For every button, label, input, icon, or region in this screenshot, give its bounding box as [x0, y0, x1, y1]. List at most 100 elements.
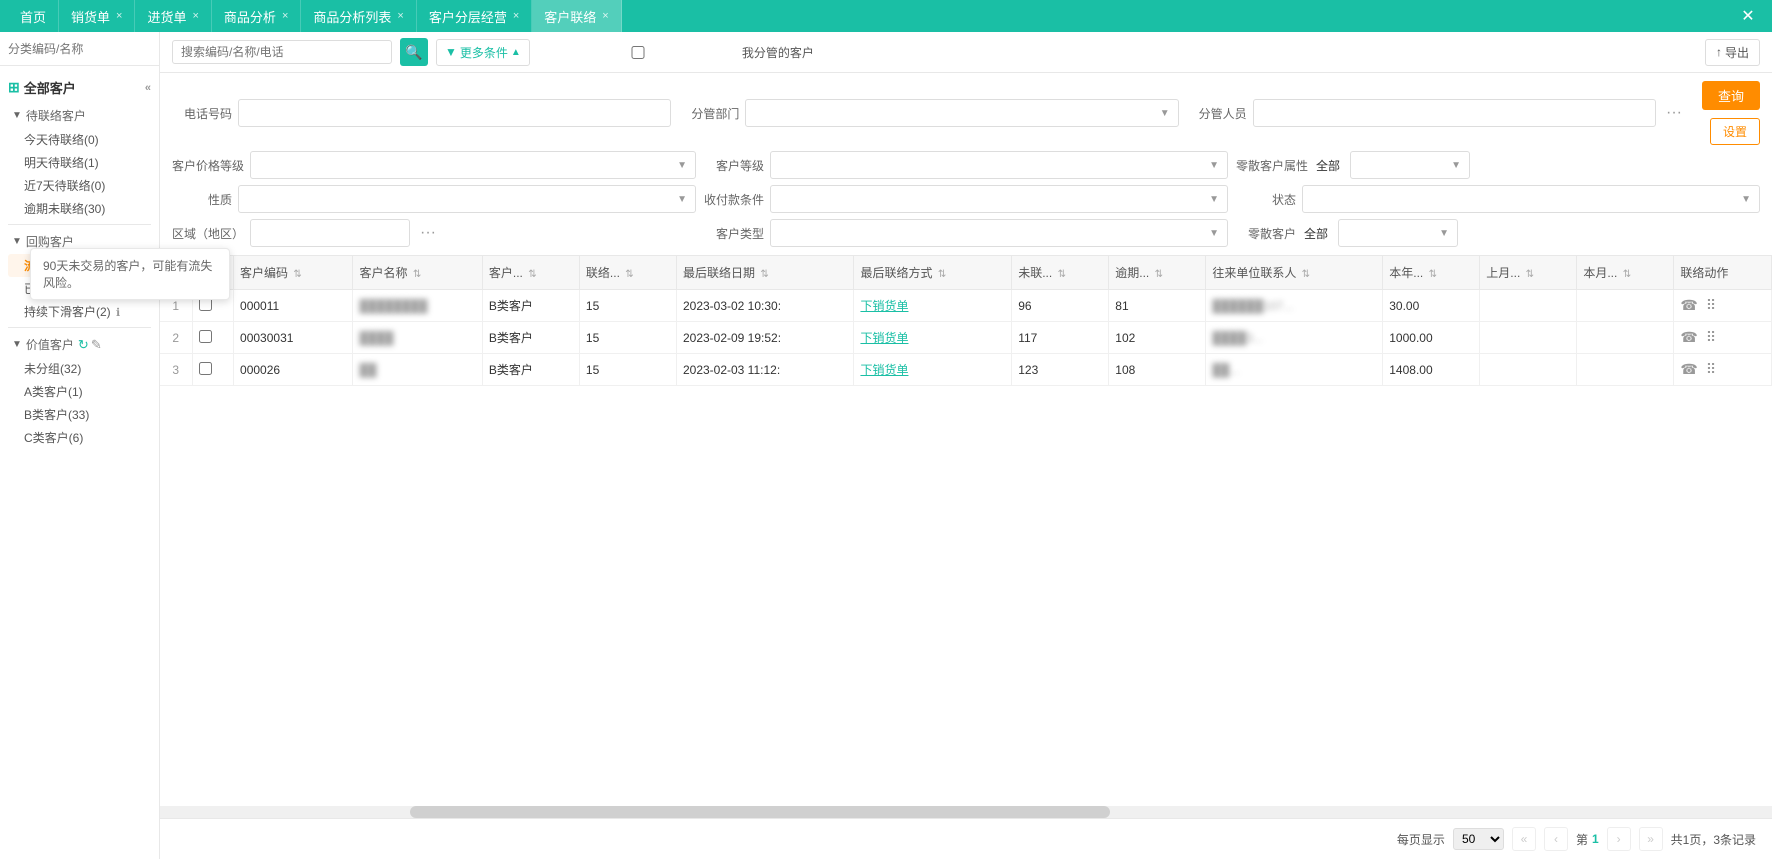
payment-label: 收付款条件 [704, 191, 764, 208]
row-last-contact-date: 2023-02-09 19:52: [676, 322, 853, 354]
tab-purchase[interactable]: 进货单 × [135, 0, 211, 32]
total-info: 共1页，3条记录 [1671, 831, 1756, 848]
row-this-year: 1000.00 [1383, 322, 1480, 354]
dept-select[interactable]: ▼ [745, 99, 1178, 127]
tab-customer-contact[interactable]: 客户联络 × [532, 0, 621, 32]
tab-goods-analysis-list[interactable]: 商品分析列表 × [301, 0, 416, 32]
row-last-month [1480, 354, 1577, 386]
sort-this-month-icon: ⇅ [1623, 269, 1631, 280]
region-input[interactable] [250, 219, 410, 247]
all-customers-title[interactable]: ⊞ 全部客户 « [8, 72, 151, 103]
contact-method-link[interactable]: 下销货单 [860, 331, 908, 345]
search-input[interactable] [172, 40, 392, 64]
close-purchase-icon[interactable]: × [192, 10, 198, 22]
tab-goods-analysis[interactable]: 商品分析 × [212, 0, 301, 32]
close-customer-segment-icon[interactable]: × [513, 10, 519, 22]
refresh-icon[interactable]: ↻ [78, 337, 89, 353]
payment-select[interactable]: ▼ [770, 185, 1228, 213]
query-button[interactable]: 查询 [1702, 81, 1760, 110]
sidebar-search-input[interactable] [8, 42, 160, 56]
prev-page-button[interactable]: ‹ [1544, 827, 1568, 851]
close-goods-analysis-list-icon[interactable]: × [397, 10, 403, 22]
close-goods-analysis-icon[interactable]: × [282, 10, 288, 22]
row-checkbox[interactable] [199, 330, 212, 343]
contact-method-link[interactable]: 下销货单 [860, 299, 908, 313]
customer-attr-label: 零散客户属性 [1236, 157, 1308, 174]
action-more-icon[interactable]: ⠿ [1706, 297, 1716, 314]
close-sales-icon[interactable]: × [116, 10, 122, 22]
first-page-button[interactable]: « [1512, 827, 1536, 851]
last-page-button[interactable]: » [1639, 827, 1663, 851]
sidebar-item-ungrouped[interactable]: 未分组(32) [8, 357, 151, 380]
sidebar-item-class-a[interactable]: A类客户(1) [8, 380, 151, 403]
action-more-icon[interactable]: ⠿ [1706, 361, 1716, 378]
action-phone-icon[interactable]: ☎ [1680, 297, 1697, 314]
price-grade-select[interactable]: ▼ [250, 151, 696, 179]
th-last-contact-date[interactable]: 最后联络日期 ⇅ [676, 256, 853, 290]
manager-label: 分管人员 [1187, 105, 1247, 122]
close-customer-contact-icon[interactable]: × [602, 10, 608, 22]
th-contact[interactable]: 联络... ⇅ [579, 256, 676, 290]
action-more-icon[interactable]: ⠿ [1706, 329, 1716, 346]
th-overdue[interactable]: 逾期... ⇅ [1109, 256, 1206, 290]
export-button[interactable]: ↑ 导出 [1705, 39, 1760, 66]
sidebar-item-today[interactable]: 今天待联络(0) [8, 128, 151, 151]
next-page-button[interactable]: › [1607, 827, 1631, 851]
tab-customer-segment[interactable]: 客户分层经营 × [417, 0, 532, 32]
filter-field-customer-grade: 客户等级 ▼ [704, 151, 1228, 179]
status-select[interactable]: ▼ [1302, 185, 1760, 213]
filter-field-payment: 收付款条件 ▼ [704, 185, 1228, 213]
sidebar-section: ⊞ 全部客户 « ▼ 待联络客户 今天待联络(0) 明天待联络(1) 近7天待联… [0, 66, 159, 455]
window-close-button[interactable]: ✕ [1732, 0, 1764, 32]
tab-sales-label: 销货单 [71, 7, 110, 26]
search-button[interactable]: 🔍 [400, 38, 428, 66]
sidebar-collapse-icon[interactable]: « [145, 82, 151, 94]
row-checkbox[interactable] [199, 362, 212, 375]
nature-select[interactable]: ▼ [238, 185, 696, 213]
more-conditions-button[interactable]: ▼ 更多条件 ▲ [436, 39, 530, 66]
sidebar-item-week[interactable]: 近7天待联络(0) [8, 174, 151, 197]
sidebar-group-value[interactable]: ▼ 价值客户 ↻ ✎ [8, 332, 151, 357]
action-phone-icon[interactable]: ☎ [1680, 361, 1697, 378]
per-page-select[interactable]: 50 100 200 [1453, 828, 1504, 850]
manager-dots[interactable]: ··· [1662, 104, 1686, 122]
scrollbar-thumb[interactable] [410, 806, 1110, 818]
sort-type-icon: ⇅ [528, 269, 536, 280]
tab-home[interactable]: 首页 [8, 0, 59, 32]
action-phone-icon[interactable]: ☎ [1680, 329, 1697, 346]
my-customers-check-label[interactable]: 我分管的客户 [538, 44, 814, 61]
th-uncontacted[interactable]: 未联... ⇅ [1012, 256, 1109, 290]
contact-method-link[interactable]: 下销货单 [860, 363, 908, 377]
sidebar-item-class-c[interactable]: C类客户(6) [8, 426, 151, 449]
th-last-contact-method[interactable]: 最后联络方式 ⇅ [854, 256, 1012, 290]
sidebar-item-declining[interactable]: 持续下滑客户(2) ℹ [8, 300, 151, 323]
customer-attr-select[interactable]: ▼ [1350, 151, 1470, 179]
th-code[interactable]: 客户编码 ⇅ [234, 256, 353, 290]
manager-select[interactable] [1253, 99, 1656, 127]
sidebar-item-tomorrow[interactable]: 明天待联络(1) [8, 151, 151, 174]
tab-goods-analysis-list-label: 商品分析列表 [313, 7, 391, 26]
customer-type-select[interactable]: ▼ [770, 219, 1228, 247]
filter-field-status: 状态 ▼ [1236, 185, 1760, 213]
th-this-year[interactable]: 本年... ⇅ [1383, 256, 1480, 290]
filter-field-customer-type: 客户类型 ▼ [704, 219, 1228, 247]
horizontal-scrollbar[interactable] [160, 806, 1772, 818]
my-customers-checkbox[interactable] [538, 46, 738, 59]
th-unit-contact[interactable]: 往来单位联系人 ⇅ [1206, 256, 1383, 290]
region-dots[interactable]: ··· [416, 224, 440, 242]
sort-code-icon: ⇅ [293, 269, 301, 280]
setting-button[interactable]: 设置 [1710, 118, 1760, 145]
sidebar-item-class-b[interactable]: B类客户(33) [8, 403, 151, 426]
phone-input[interactable] [238, 99, 671, 127]
sparse-select[interactable]: ▼ [1338, 219, 1458, 247]
th-last-month[interactable]: 上月... ⇅ [1480, 256, 1577, 290]
customer-grade-select[interactable]: ▼ [770, 151, 1228, 179]
th-this-month[interactable]: 本月... ⇅ [1577, 256, 1674, 290]
th-type[interactable]: 客户... ⇅ [482, 256, 579, 290]
edit-icon[interactable]: ✎ [91, 337, 102, 353]
tab-sales[interactable]: 销货单 × [59, 0, 135, 32]
filter-field-customer-attr: 零散客户属性 全部 ▼ [1236, 151, 1760, 179]
sidebar-item-overdue[interactable]: 逾期未联络(30) [8, 197, 151, 220]
sidebar-group-pending[interactable]: ▼ 待联络客户 [8, 103, 151, 128]
th-name[interactable]: 客户名称 ⇅ [353, 256, 482, 290]
